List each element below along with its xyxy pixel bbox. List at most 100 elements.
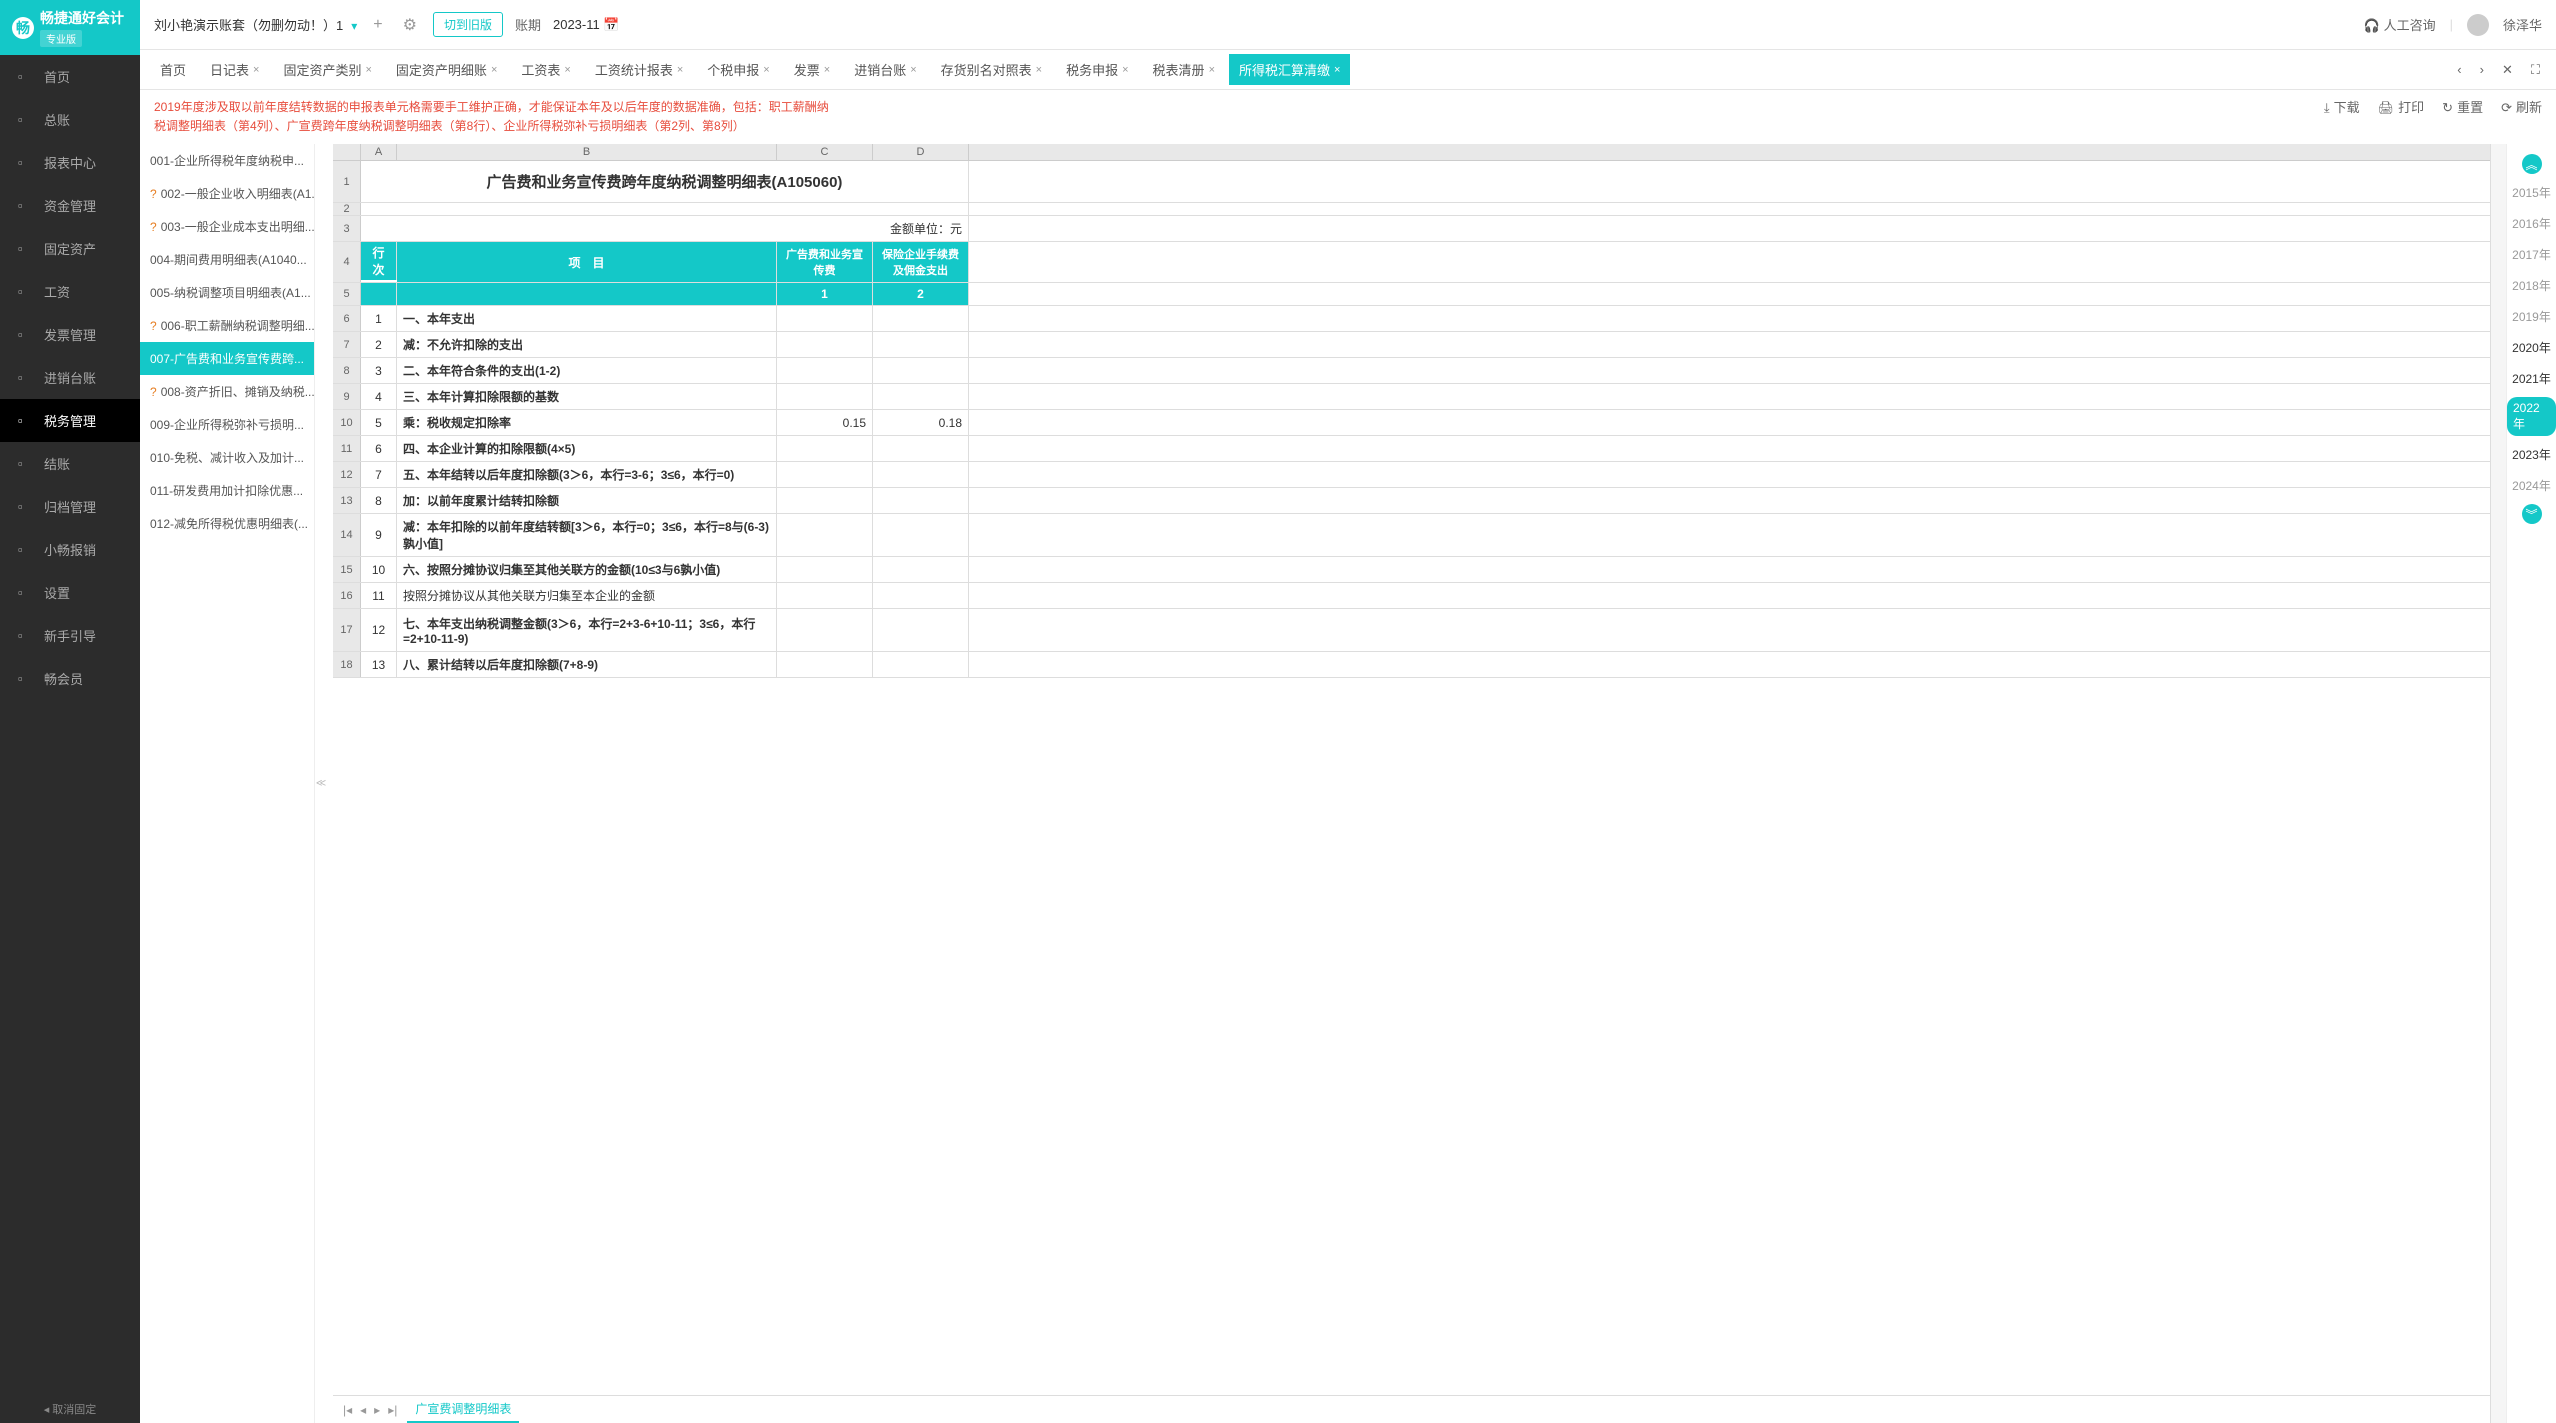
- tab-8[interactable]: 进销台账×: [844, 54, 926, 85]
- col-head-d[interactable]: D: [873, 144, 969, 160]
- sidebar-item-9[interactable]: ▫结账: [0, 442, 140, 485]
- data-cell[interactable]: [777, 462, 873, 487]
- sidebar-item-0[interactable]: ▫首页: [0, 55, 140, 98]
- year-2015年[interactable]: 2015年: [2510, 180, 2553, 205]
- tab-close-icon[interactable]: ✕: [2496, 58, 2519, 82]
- year-2017年[interactable]: 2017年: [2510, 242, 2553, 267]
- sidebar-item-13[interactable]: ▫新手引导: [0, 614, 140, 657]
- data-cell[interactable]: [777, 583, 873, 608]
- year-2016年[interactable]: 2016年: [2510, 211, 2553, 236]
- tab-close-9[interactable]: ×: [1036, 64, 1042, 76]
- tab-next-icon[interactable]: ›: [2474, 58, 2490, 81]
- tab-close-2[interactable]: ×: [365, 64, 371, 76]
- tab-expand-icon[interactable]: ⛶: [2525, 58, 2546, 82]
- year-up-icon[interactable]: ︽: [2522, 154, 2542, 174]
- report-item-11[interactable]: 012-减免所得税优惠明细表(...: [140, 507, 314, 540]
- report-item-10[interactable]: 011-研发费用加计扣除优惠...: [140, 474, 314, 507]
- sheet-prev-icon[interactable]: ◂: [358, 1403, 368, 1417]
- year-down-icon[interactable]: ︾: [2522, 504, 2542, 524]
- data-cell[interactable]: [873, 462, 969, 487]
- year-2024年[interactable]: 2024年: [2510, 473, 2553, 498]
- data-cell[interactable]: [777, 557, 873, 582]
- tab-3[interactable]: 固定资产明细账×: [386, 54, 507, 85]
- data-cell[interactable]: [777, 384, 873, 409]
- tab-close-7[interactable]: ×: [824, 64, 830, 76]
- tab-6[interactable]: 个税申报×: [697, 54, 779, 85]
- col-head-a[interactable]: A: [361, 144, 397, 160]
- tab-1[interactable]: 日记表×: [200, 54, 269, 85]
- col-head-b[interactable]: B: [397, 144, 777, 160]
- sidebar-item-2[interactable]: ▫报表中心: [0, 141, 140, 184]
- col-head-c[interactable]: C: [777, 144, 873, 160]
- tab-close-10[interactable]: ×: [1122, 64, 1128, 76]
- data-cell[interactable]: [873, 609, 969, 651]
- tab-5[interactable]: 工资统计报表×: [585, 54, 693, 85]
- data-cell[interactable]: [777, 306, 873, 331]
- tab-close-4[interactable]: ×: [564, 64, 570, 76]
- tab-2[interactable]: 固定资产类别×: [273, 54, 381, 85]
- gear-icon[interactable]: ⚙: [399, 11, 421, 39]
- add-icon[interactable]: +: [369, 12, 386, 38]
- report-item-3[interactable]: 004-期间费用明细表(A1040...: [140, 243, 314, 276]
- report-item-5[interactable]: ?006-职工薪酬纳税调整明细...: [140, 309, 314, 342]
- sheet-next-icon[interactable]: ▸: [372, 1403, 382, 1417]
- data-cell[interactable]: 0.15: [777, 410, 873, 435]
- sheet-first-icon[interactable]: |◂: [341, 1403, 354, 1417]
- report-item-4[interactable]: 005-纳税调整项目明细表(A1...: [140, 276, 314, 309]
- tab-close-6[interactable]: ×: [763, 64, 769, 76]
- report-item-7[interactable]: ?008-资产折旧、摊销及纳税...: [140, 375, 314, 408]
- sidebar-item-7[interactable]: ▫进销台账: [0, 356, 140, 399]
- period-picker[interactable]: 2023-11 📅: [553, 17, 620, 33]
- sidebar-item-3[interactable]: ▫资金管理: [0, 184, 140, 227]
- sheet-tab[interactable]: 广宣费调整明细表: [407, 1396, 519, 1423]
- data-cell[interactable]: [873, 583, 969, 608]
- data-cell[interactable]: [873, 358, 969, 383]
- tab-7[interactable]: 发票×: [784, 54, 840, 85]
- data-cell[interactable]: [873, 514, 969, 556]
- print-button[interactable]: 🖨 打印: [2378, 98, 2425, 119]
- tab-11[interactable]: 税表清册×: [1143, 54, 1225, 85]
- avatar[interactable]: [2467, 14, 2489, 36]
- report-item-9[interactable]: 010-免税、减计收入及加计...: [140, 441, 314, 474]
- report-item-2[interactable]: ?003-一般企业成本支出明细...: [140, 210, 314, 243]
- reset-button[interactable]: ↻ 重置: [2442, 98, 2483, 119]
- report-item-0[interactable]: 001-企业所得税年度纳税申...: [140, 144, 314, 177]
- tab-close-1[interactable]: ×: [253, 64, 259, 76]
- data-cell[interactable]: [777, 609, 873, 651]
- tab-0[interactable]: 首页: [150, 54, 196, 85]
- tab-close-12[interactable]: ×: [1334, 64, 1340, 76]
- unpin-sidebar[interactable]: ◂ 取消固定: [0, 1401, 140, 1417]
- report-item-6[interactable]: 007-广告费和业务宣传费跨...: [140, 342, 314, 375]
- data-cell[interactable]: [873, 652, 969, 677]
- sidebar-item-8[interactable]: ▫税务管理: [0, 399, 140, 442]
- data-cell[interactable]: [873, 384, 969, 409]
- sidebar-item-12[interactable]: ▫设置: [0, 571, 140, 614]
- data-cell[interactable]: [873, 332, 969, 357]
- sidebar-item-10[interactable]: ▫归档管理: [0, 485, 140, 528]
- year-2020年[interactable]: 2020年: [2510, 335, 2553, 360]
- support-link[interactable]: 🎧 人工咨询: [2364, 15, 2436, 34]
- refresh-button[interactable]: ⟳ 刷新: [2501, 98, 2542, 119]
- data-cell[interactable]: [873, 557, 969, 582]
- sidebar-item-1[interactable]: ▫总账: [0, 98, 140, 141]
- sidebar-item-14[interactable]: ▫畅会员: [0, 657, 140, 700]
- data-cell[interactable]: [777, 332, 873, 357]
- report-item-1[interactable]: ?002-一般企业收入明细表(A1...: [140, 177, 314, 210]
- tab-close-5[interactable]: ×: [677, 64, 683, 76]
- tab-12[interactable]: 所得税汇算清缴×: [1229, 54, 1350, 85]
- sidebar-item-4[interactable]: ▫固定资产: [0, 227, 140, 270]
- data-cell[interactable]: [777, 652, 873, 677]
- tab-4[interactable]: 工资表×: [511, 54, 580, 85]
- sidebar-item-5[interactable]: ▫工资: [0, 270, 140, 313]
- switch-old-button[interactable]: 切到旧版: [433, 12, 503, 37]
- account-selector[interactable]: 刘小艳演示账套（勿删勿动！）1▾: [154, 15, 357, 34]
- data-cell[interactable]: [873, 488, 969, 513]
- tab-prev-icon[interactable]: ‹: [2451, 58, 2467, 81]
- sidebar-item-6[interactable]: ▫发票管理: [0, 313, 140, 356]
- data-cell[interactable]: [873, 436, 969, 461]
- user-name[interactable]: 徐泽华: [2503, 15, 2542, 34]
- tab-close-3[interactable]: ×: [491, 64, 497, 76]
- data-cell[interactable]: [777, 436, 873, 461]
- sheet-last-icon[interactable]: ▸|: [386, 1403, 399, 1417]
- vertical-scrollbar[interactable]: [2490, 144, 2506, 1423]
